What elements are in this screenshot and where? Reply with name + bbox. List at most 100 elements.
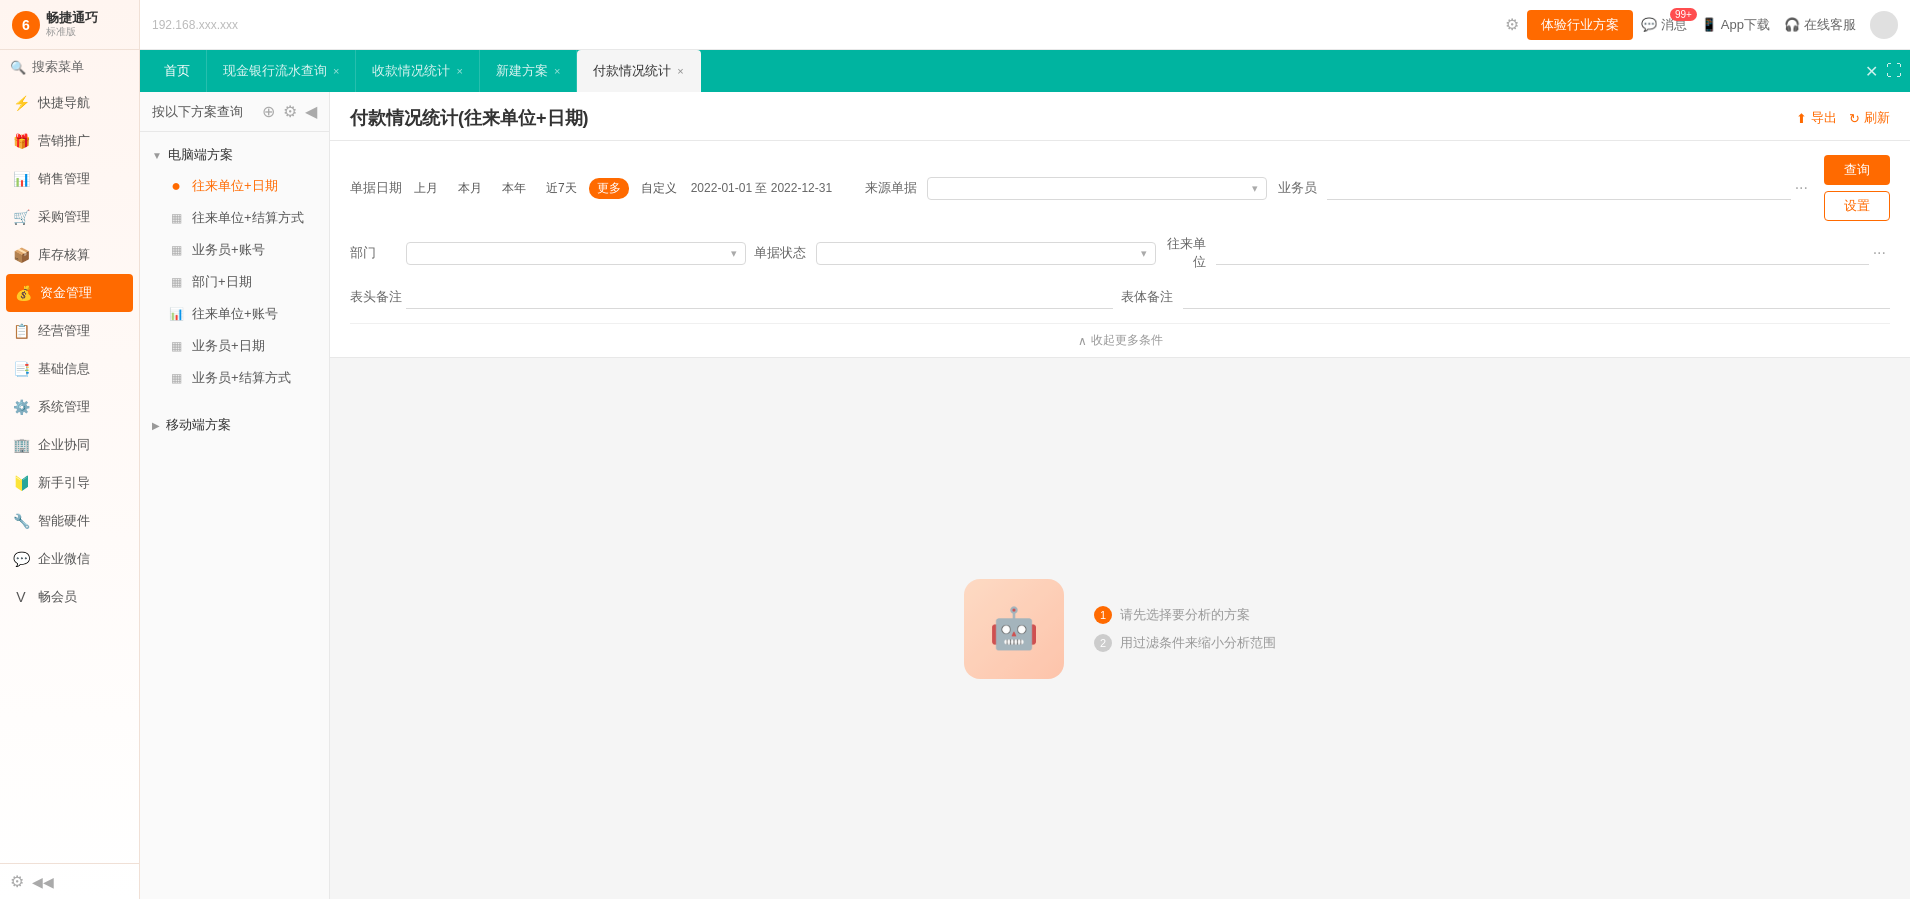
scheme-desktop-header[interactable]: ▼ 电脑端方案 xyxy=(140,140,329,170)
header-note-label: 表头备注 xyxy=(350,288,406,306)
partner-input[interactable] xyxy=(1216,241,1869,265)
scheme-item-partner-settlement[interactable]: ▦ 往来单位+结算方式 xyxy=(140,202,329,234)
sidebar-item-hardware[interactable]: 🔧 智能硬件 xyxy=(0,502,139,540)
salesman-ellipsis-icon[interactable]: ··· xyxy=(1791,179,1812,197)
scheme-header-actions: ⊕ ⚙ ◀ xyxy=(262,102,317,121)
sidebar-settings-icon[interactable]: ⚙ xyxy=(10,872,24,891)
body-note-input[interactable] xyxy=(1183,285,1890,309)
scheme-item-salesman-date[interactable]: ▦ 业务员+日期 xyxy=(140,330,329,362)
topbar: 192.168.xxx.xxx ⚙ 体验行业方案 💬 消息 99+ 📱 App下… xyxy=(140,0,1910,50)
filter-row-2: 部门 ▾ 单据状态 ▾ 往来单位 ··· xyxy=(350,235,1890,271)
sidebar-collapse-icon[interactable]: ◀◀ xyxy=(32,874,54,890)
scheme-add-icon[interactable]: ⊕ xyxy=(262,102,275,121)
filter-panel: 付款情况统计(往来单位+日期) ⬆ 导出 ↻ 刷新 单据日期 xyxy=(330,92,1910,899)
sidebar-item-sales[interactable]: 📊 销售管理 xyxy=(0,160,139,198)
tab-receipts[interactable]: 收款情况统计 × xyxy=(356,50,479,92)
query-button[interactable]: 查询 xyxy=(1824,155,1890,185)
scheme-panel: 按以下方案查询 ⊕ ⚙ ◀ ▼ 电脑端方案 ● 往来单位+日期 ▦ xyxy=(140,92,330,899)
collapse-bar[interactable]: ∧ 收起更多条件 xyxy=(350,323,1890,357)
scheme-mobile-section: ▶ 移动端方案 xyxy=(140,402,329,448)
scheme-item-partner-date[interactable]: ● 往来单位+日期 xyxy=(140,170,329,202)
sidebar-logo: 6 畅捷通巧 标准版 xyxy=(0,0,139,50)
scheme-mobile-header[interactable]: ▶ 移动端方案 xyxy=(140,410,329,440)
tab-home-label: 首页 xyxy=(164,62,190,80)
export-action[interactable]: ⬆ 导出 xyxy=(1796,109,1837,127)
sidebar-item-shortcuts[interactable]: ⚡ 快捷导航 xyxy=(0,84,139,122)
inventory-icon: 📦 xyxy=(12,246,30,264)
message-icon: 💬 xyxy=(1641,17,1657,32)
settings-button[interactable]: 设置 xyxy=(1824,191,1890,221)
refresh-action[interactable]: ↻ 刷新 xyxy=(1849,109,1890,127)
tab-new-scheme-close[interactable]: × xyxy=(554,65,560,77)
user-avatar[interactable] xyxy=(1870,11,1898,39)
search-label: 搜索菜单 xyxy=(32,58,84,76)
sidebar-item-label: 企业微信 xyxy=(38,550,90,568)
sidebar-item-basic[interactable]: 📑 基础信息 xyxy=(0,350,139,388)
tab-cashflow-close[interactable]: × xyxy=(333,65,339,77)
topbar-address: 192.168.xxx.xxx xyxy=(152,18,1497,32)
header-note-input[interactable] xyxy=(406,285,1113,309)
tab-home[interactable]: 首页 xyxy=(148,50,207,92)
tab-payments[interactable]: 付款情况统计 × xyxy=(577,50,700,92)
messages-icon-item[interactable]: 💬 消息 99+ xyxy=(1641,16,1687,34)
basic-icon: 📑 xyxy=(12,360,30,378)
tab-payments-close[interactable]: × xyxy=(677,65,683,77)
app-download-item[interactable]: 📱 App下载 xyxy=(1701,16,1770,34)
exp-scheme-button[interactable]: 体验行业方案 xyxy=(1527,10,1633,40)
tab-cashflow[interactable]: 现金银行流水查询 × xyxy=(207,50,356,92)
source-select-arrow-icon: ▾ xyxy=(1252,182,1258,195)
sidebar-item-label: 智能硬件 xyxy=(38,512,90,530)
sidebar-item-label: 基础信息 xyxy=(38,360,90,378)
sidebar-item-label: 库存核算 xyxy=(38,246,90,264)
search-icon: 🔍 xyxy=(10,60,26,75)
collapse-label: 收起更多条件 xyxy=(1091,332,1163,349)
sidebar-item-operation[interactable]: 📋 经营管理 xyxy=(0,312,139,350)
topbar-settings-icon[interactable]: ⚙ xyxy=(1505,15,1519,34)
online-service-item[interactable]: 🎧 在线客服 xyxy=(1784,16,1856,34)
mobile-arrow-icon: ▶ xyxy=(152,420,160,431)
date-opt-this-year[interactable]: 本年 xyxy=(494,178,534,199)
scheme-item-icon-6: ▦ xyxy=(168,370,184,386)
date-opt-custom[interactable]: 自定义 xyxy=(633,178,685,199)
partner-ellipsis-icon[interactable]: ··· xyxy=(1869,244,1890,262)
doc-status-select[interactable]: ▾ xyxy=(816,242,1156,265)
sidebar-item-finance[interactable]: 💰 资金管理 xyxy=(6,274,133,312)
scheme-item-label: 业务员+日期 xyxy=(192,337,265,355)
sidebar-item-wechat[interactable]: 💬 企业微信 xyxy=(0,540,139,578)
sidebar-item-member[interactable]: V 畅会员 xyxy=(0,578,139,616)
date-opt-last-month[interactable]: 上月 xyxy=(406,178,446,199)
date-opt-this-month[interactable]: 本月 xyxy=(450,178,490,199)
sidebar-item-purchase[interactable]: 🛒 采购管理 xyxy=(0,198,139,236)
tab-expand-icon[interactable]: ⛶ xyxy=(1886,62,1902,81)
main-area: 192.168.xxx.xxx ⚙ 体验行业方案 💬 消息 99+ 📱 App下… xyxy=(140,0,1910,899)
messages-badge: 99+ xyxy=(1670,8,1697,21)
salesman-input[interactable] xyxy=(1327,176,1790,200)
sidebar-item-inventory[interactable]: 📦 库存核算 xyxy=(0,236,139,274)
operation-icon: 📋 xyxy=(12,322,30,340)
scheme-item-partner-account[interactable]: 📊 往来单位+账号 xyxy=(140,298,329,330)
tab-close-all-icon[interactable]: ✕ xyxy=(1865,62,1878,81)
date-options: 上月 本月 本年 近7天 更多 自定义 xyxy=(406,178,685,199)
scheme-collapse-icon[interactable]: ◀ xyxy=(305,102,317,121)
scheme-item-salesman-account[interactable]: ▦ 业务员+账号 xyxy=(140,234,329,266)
scheme-item-icon-4: 📊 xyxy=(168,306,184,322)
finance-icon: 💰 xyxy=(14,284,32,302)
scheme-item-label: 业务员+结算方式 xyxy=(192,369,291,387)
sidebar-item-enterprise[interactable]: 🏢 企业协同 xyxy=(0,426,139,464)
date-opt-more[interactable]: 更多 xyxy=(589,178,629,199)
scheme-item-dept-date[interactable]: ▦ 部门+日期 xyxy=(140,266,329,298)
tab-new-scheme[interactable]: 新建方案 × xyxy=(480,50,577,92)
date-opt-7days[interactable]: 近7天 xyxy=(538,178,585,199)
scheme-settings-icon[interactable]: ⚙ xyxy=(283,102,297,121)
tab-new-scheme-label: 新建方案 xyxy=(496,62,548,80)
scheme-item-salesman-settlement[interactable]: ▦ 业务员+结算方式 xyxy=(140,362,329,394)
tab-receipts-close[interactable]: × xyxy=(456,65,462,77)
sidebar-item-guide[interactable]: 🔰 新手引导 xyxy=(0,464,139,502)
sidebar-item-system[interactable]: ⚙️ 系统管理 xyxy=(0,388,139,426)
source-select[interactable]: ▾ xyxy=(927,177,1267,200)
sidebar-item-marketing[interactable]: 🎁 营销推广 xyxy=(0,122,139,160)
dept-select[interactable]: ▾ xyxy=(406,242,746,265)
sidebar-search[interactable]: 🔍 搜索菜单 xyxy=(0,50,139,84)
tab-payments-label: 付款情况统计 xyxy=(593,62,671,80)
marketing-icon: 🎁 xyxy=(12,132,30,150)
